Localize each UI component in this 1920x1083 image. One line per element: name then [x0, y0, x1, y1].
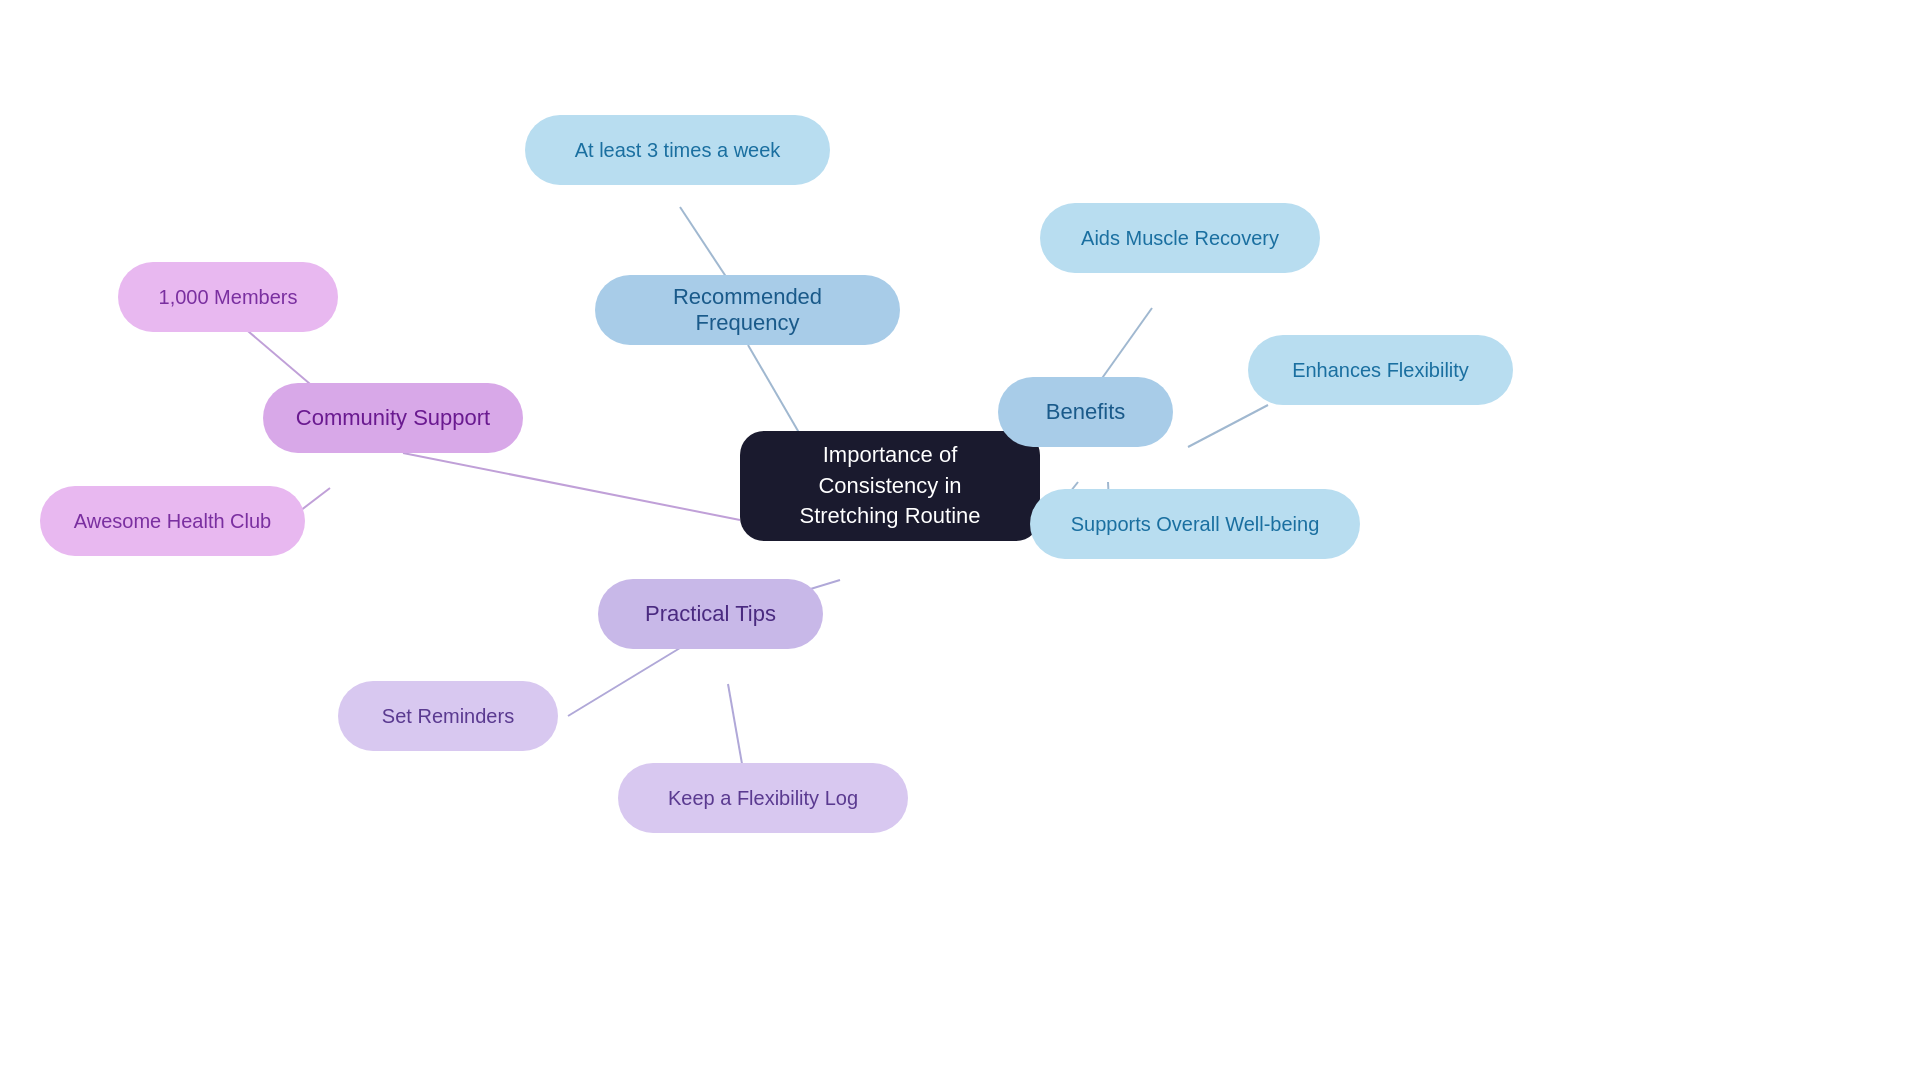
- flex-log-node: Keep a Flexibility Log: [618, 763, 908, 833]
- benefits-label: Benefits: [1046, 399, 1126, 425]
- svg-line-2: [403, 453, 740, 520]
- practical-tips-label: Practical Tips: [645, 601, 776, 627]
- community-support-label: Community Support: [296, 405, 490, 431]
- members-node: 1,000 Members: [118, 262, 338, 332]
- practical-tips-node: Practical Tips: [598, 579, 823, 649]
- set-reminders-node: Set Reminders: [338, 681, 558, 751]
- enhances-flexibility-label: Enhances Flexibility: [1292, 359, 1469, 382]
- center-node: Importance of Consistency in Stretching …: [740, 431, 1040, 541]
- aids-recovery-label: Aids Muscle Recovery: [1081, 227, 1279, 250]
- center-label: Importance of Consistency in Stretching …: [768, 440, 1012, 532]
- flex-log-label: Keep a Flexibility Log: [668, 787, 858, 810]
- health-club-node: Awesome Health Club: [40, 486, 305, 556]
- supports-wellbeing-label: Supports Overall Well-being: [1071, 513, 1320, 536]
- benefits-node: Benefits: [998, 377, 1173, 447]
- health-club-label: Awesome Health Club: [74, 510, 272, 533]
- recommended-frequency-node: Recommended Frequency: [595, 275, 900, 345]
- community-support-node: Community Support: [263, 383, 523, 453]
- at-least-node: At least 3 times a week: [525, 115, 830, 185]
- supports-wellbeing-node: Supports Overall Well-being: [1030, 489, 1360, 559]
- set-reminders-label: Set Reminders: [382, 705, 514, 728]
- svg-line-7: [1188, 405, 1268, 447]
- svg-line-10: [568, 648, 680, 716]
- recommended-frequency-label: Recommended Frequency: [623, 284, 872, 336]
- aids-recovery-node: Aids Muscle Recovery: [1040, 203, 1320, 273]
- members-label: 1,000 Members: [159, 286, 298, 309]
- enhances-flexibility-node: Enhances Flexibility: [1248, 335, 1513, 405]
- at-least-label: At least 3 times a week: [575, 139, 781, 162]
